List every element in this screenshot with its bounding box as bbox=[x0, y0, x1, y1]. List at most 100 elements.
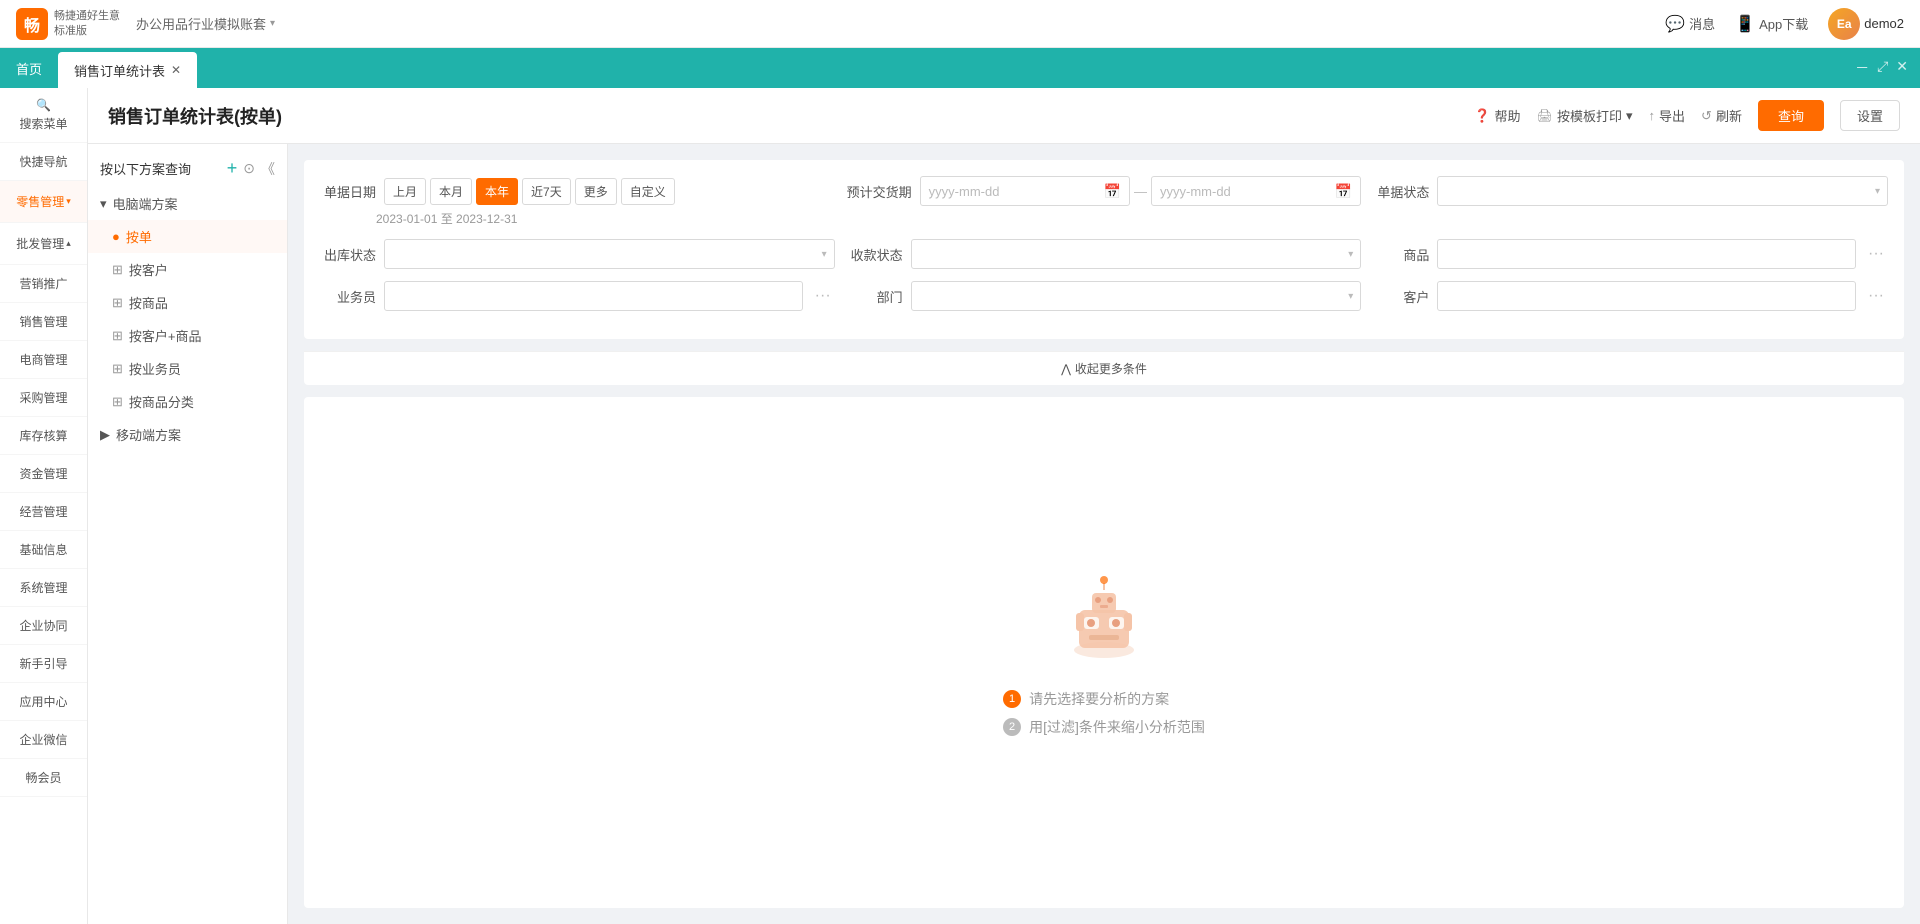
window-minimize-button[interactable]: － bbox=[1855, 58, 1869, 78]
product-dots-icon[interactable]: ··· bbox=[1864, 245, 1888, 263]
scheme-by-product-icon: ⊞ bbox=[112, 295, 123, 311]
window-maximize-button[interactable]: ⤢ bbox=[1877, 58, 1888, 78]
sidebar-item-purchase-mgmt[interactable]: 采购管理 bbox=[0, 379, 87, 417]
date-btn-last-7-days[interactable]: 近7天 bbox=[522, 178, 571, 205]
collapse-bar[interactable]: ⋀ 收起更多条件 bbox=[304, 351, 1904, 385]
sidebar-enterprise-collab-label: 企业协同 bbox=[19, 617, 67, 634]
user-avatar-text: Ea bbox=[1837, 17, 1852, 31]
template-print-button[interactable]: 🖨 按模板打印 ▾ bbox=[1536, 106, 1632, 125]
shipping-status-label: 出库状态 bbox=[320, 245, 376, 264]
export-button[interactable]: ↑ 导出 bbox=[1649, 106, 1686, 125]
sidebar-item-inventory[interactable]: 库存核算 bbox=[0, 417, 87, 455]
scheme-by-customer-label: 按客户 bbox=[129, 260, 168, 279]
query-button[interactable]: 查询 bbox=[1758, 100, 1824, 131]
customer-dots-icon[interactable]: ··· bbox=[1864, 287, 1888, 305]
panel-collapse-button[interactable]: 《 bbox=[261, 159, 275, 179]
tip-item-2: 2 用[过滤]条件来缩小分析范围 bbox=[1003, 713, 1205, 741]
sidebar-item-marketing[interactable]: 营销推广 bbox=[0, 265, 87, 303]
scheme-item-by-order[interactable]: ● 按单 bbox=[88, 220, 287, 253]
sidebar-marketing-label: 营销推广 bbox=[19, 275, 67, 292]
sidebar-item-retail-mgmt[interactable]: 零售管理 ▾ bbox=[0, 181, 87, 223]
filter-cell-salesperson: 业务员 ··· bbox=[320, 281, 835, 311]
main-layout: 🔍 搜索菜单 快捷导航 零售管理 ▾ 批发管理 ▴ 营销推广 销售管理 电商管理… bbox=[0, 88, 1920, 924]
user-area[interactable]: Ea demo2 bbox=[1828, 8, 1904, 40]
left-panel: 按以下方案查询 + ⊙ 《 ▾ 电脑端方案 ● 按单 bbox=[88, 144, 288, 924]
scheme-settings-button[interactable]: ⊙ bbox=[243, 160, 255, 177]
tip-text-1: 请先选择要分析的方案 bbox=[1029, 685, 1169, 713]
tab-sales-order-stats[interactable]: 销售订单统计表 ✕ bbox=[58, 52, 197, 88]
sidebar-item-new-user-guide[interactable]: 新手引导 bbox=[0, 645, 87, 683]
date-btn-more[interactable]: 更多 bbox=[575, 178, 617, 205]
user-name: demo2 bbox=[1864, 16, 1904, 31]
sidebar-item-operations-mgmt[interactable]: 经营管理 bbox=[0, 493, 87, 531]
sidebar-item-ecommerce-mgmt[interactable]: 电商管理 bbox=[0, 341, 87, 379]
panel-title: 按以下方案查询 bbox=[100, 159, 191, 178]
sidebar-item-search[interactable]: 🔍 搜索菜单 bbox=[0, 88, 87, 143]
pc-section-header[interactable]: ▾ 电脑端方案 bbox=[88, 187, 287, 220]
sidebar-item-sales-mgmt[interactable]: 销售管理 bbox=[0, 303, 87, 341]
filter-panel: 单据日期 上月 本月 本年 近7天 更多 自定义 bbox=[304, 160, 1904, 339]
message-button[interactable]: 💬 消息 bbox=[1665, 14, 1715, 34]
sidebar-item-system-mgmt[interactable]: 系统管理 bbox=[0, 569, 87, 607]
date-btn-prev-month[interactable]: 上月 bbox=[384, 178, 426, 205]
sidebar-item-basic-info[interactable]: 基础信息 bbox=[0, 531, 87, 569]
add-scheme-button[interactable]: + bbox=[227, 158, 238, 179]
sidebar-item-app-center[interactable]: 应用中心 bbox=[0, 683, 87, 721]
sidebar-item-enterprise-collab[interactable]: 企业协同 bbox=[0, 607, 87, 645]
delivery-start-input[interactable]: yyyy-mm-dd 📅 bbox=[920, 176, 1130, 206]
window-close-button[interactable]: ✕ bbox=[1896, 58, 1908, 78]
inner-layout: 按以下方案查询 + ⊙ 《 ▾ 电脑端方案 ● 按单 bbox=[88, 144, 1920, 924]
sidebar-item-wholesale-mgmt[interactable]: 批发管理 ▴ bbox=[0, 223, 87, 265]
shipping-status-select[interactable] bbox=[384, 239, 835, 269]
refresh-icon: ↺ bbox=[1701, 108, 1712, 124]
search-label: 搜索菜单 bbox=[19, 115, 67, 132]
retail-mgmt-arrow-icon: ▾ bbox=[66, 196, 71, 207]
window-controls: － ⤢ ✕ bbox=[1855, 58, 1920, 78]
date-btn-this-year[interactable]: 本年 bbox=[476, 178, 518, 205]
sidebar-enterprise-wechat-label: 企业微信 bbox=[19, 731, 67, 748]
app-download-icon: 📱 bbox=[1735, 14, 1755, 34]
delivery-start-placeholder: yyyy-mm-dd bbox=[929, 184, 1100, 199]
print-icon: 🖨 bbox=[1536, 108, 1553, 124]
tab-close-icon[interactable]: ✕ bbox=[171, 63, 181, 77]
logo-letter: 畅 bbox=[24, 12, 40, 36]
date-btn-this-month[interactable]: 本月 bbox=[430, 178, 472, 205]
sidebar-retail-mgmt-label: 零售管理 bbox=[16, 193, 64, 210]
sidebar-item-quick-nav[interactable]: 快捷导航 bbox=[0, 143, 87, 181]
logo-text: 畅捷通好生意标准版 bbox=[54, 9, 120, 38]
app-download-button[interactable]: 📱 App下载 bbox=[1735, 14, 1808, 34]
logo-area: 畅 畅捷通好生意标准版 bbox=[16, 8, 120, 40]
export-label: 导出 bbox=[1659, 106, 1685, 125]
collapse-label: 收起更多条件 bbox=[1075, 360, 1147, 377]
customer-input[interactable] bbox=[1437, 281, 1856, 311]
breadcrumb-selector[interactable]: 办公用品行业模拟账套 ▾ bbox=[128, 10, 283, 37]
sidebar-finance-mgmt-label: 资金管理 bbox=[19, 465, 67, 482]
scheme-item-by-product-category[interactable]: ⊞ 按商品分类 bbox=[88, 385, 287, 418]
department-select[interactable] bbox=[911, 281, 1362, 311]
filter-cell-date: 单据日期 上月 本月 本年 近7天 更多 自定义 bbox=[320, 176, 835, 206]
salesperson-dots-icon[interactable]: ··· bbox=[811, 287, 835, 305]
payment-status-select[interactable] bbox=[911, 239, 1362, 269]
scheme-item-by-salesperson[interactable]: ⊞ 按业务员 bbox=[88, 352, 287, 385]
date-btn-custom[interactable]: 自定义 bbox=[621, 178, 675, 205]
delivery-end-placeholder: yyyy-mm-dd bbox=[1160, 184, 1331, 199]
help-button[interactable]: ❓ 帮助 bbox=[1474, 106, 1520, 125]
scheme-by-product-label: 按商品 bbox=[129, 293, 168, 312]
app-download-label: App下载 bbox=[1759, 14, 1808, 33]
sidebar-item-finance-mgmt[interactable]: 资金管理 bbox=[0, 455, 87, 493]
scheme-item-by-customer-product[interactable]: ⊞ 按客户+商品 bbox=[88, 319, 287, 352]
scheme-item-by-product[interactable]: ⊞ 按商品 bbox=[88, 286, 287, 319]
doc-status-select[interactable] bbox=[1437, 176, 1888, 206]
scheme-item-by-customer[interactable]: ⊞ 按客户 bbox=[88, 253, 287, 286]
delivery-date-group: yyyy-mm-dd 📅 — yyyy-mm-dd 📅 bbox=[920, 176, 1362, 206]
tab-home[interactable]: 首页 bbox=[0, 48, 58, 88]
product-input[interactable] bbox=[1437, 239, 1856, 269]
sidebar-item-enterprise-wechat[interactable]: 企业微信 bbox=[0, 721, 87, 759]
settings-button[interactable]: 设置 bbox=[1840, 100, 1900, 131]
delivery-end-input[interactable]: yyyy-mm-dd 📅 bbox=[1151, 176, 1361, 206]
refresh-button[interactable]: ↺ 刷新 bbox=[1701, 106, 1742, 125]
payment-status-label: 收款状态 bbox=[847, 245, 903, 264]
salesperson-input[interactable] bbox=[384, 281, 803, 311]
sidebar-item-member[interactable]: 畅会员 bbox=[0, 759, 87, 797]
mobile-section-header[interactable]: ▶ 移动端方案 bbox=[88, 418, 287, 451]
